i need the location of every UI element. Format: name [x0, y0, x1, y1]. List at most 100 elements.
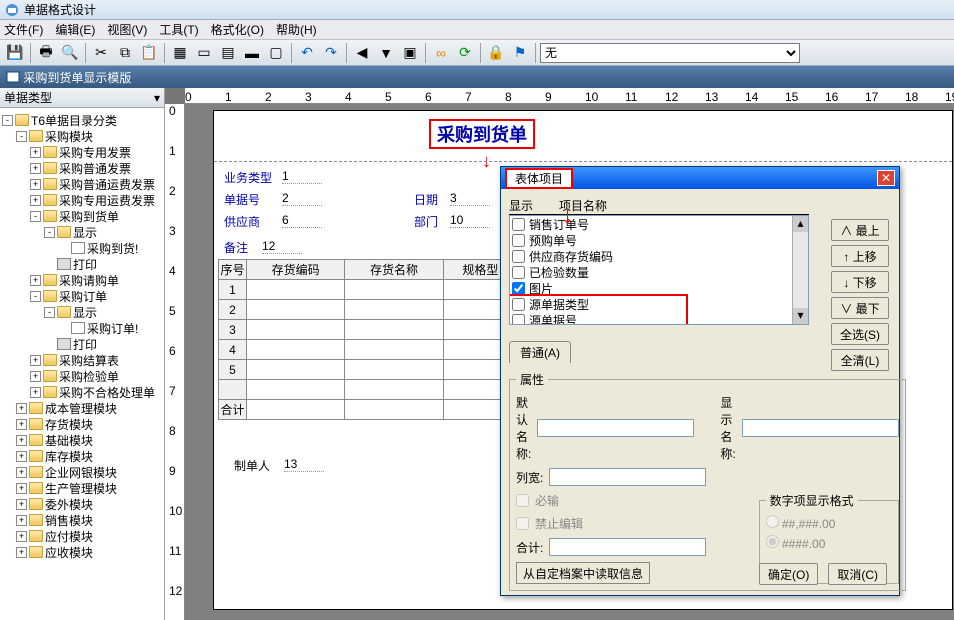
tree-node[interactable]: 采购订单!: [2, 320, 162, 336]
input-display-name[interactable]: [742, 419, 899, 437]
item-checkbox[interactable]: [512, 218, 525, 231]
btn-ok[interactable]: 确定(O): [759, 563, 818, 585]
grid-cell[interactable]: [247, 380, 345, 400]
tb-save-icon[interactable]: 💾: [4, 42, 26, 64]
tree-toggle-icon[interactable]: +: [30, 179, 41, 190]
tree-toggle-icon[interactable]: -: [44, 307, 55, 318]
tb-field-icon[interactable]: ▤: [217, 42, 239, 64]
tree-node[interactable]: +采购结算表: [2, 352, 162, 368]
tb-redo-icon[interactable]: ↷: [320, 42, 342, 64]
tree-node[interactable]: +采购请购单: [2, 272, 162, 288]
close-icon[interactable]: ✕: [877, 170, 895, 186]
grid-cell[interactable]: [345, 280, 443, 300]
field-date[interactable]: 3: [450, 191, 490, 206]
tree-node[interactable]: -T6单据目录分类: [2, 112, 162, 128]
tree-toggle-icon[interactable]: +: [30, 163, 41, 174]
tree-toggle-icon[interactable]: -: [44, 227, 55, 238]
tb-text-icon[interactable]: ▢: [265, 42, 287, 64]
tb-paste-icon[interactable]: 📋: [138, 42, 160, 64]
grid-cell[interactable]: [345, 320, 443, 340]
list-item[interactable]: 销售订单号: [510, 216, 808, 232]
tree-node[interactable]: +应付模块: [2, 528, 162, 544]
input-colwidth[interactable]: [549, 468, 706, 486]
btn-bottom[interactable]: ∨ 最下: [831, 297, 889, 319]
list-item[interactable]: 已检验数量: [510, 264, 808, 280]
menu-file[interactable]: 文件(F): [4, 21, 43, 38]
tree-node[interactable]: -采购模块: [2, 128, 162, 144]
tree-toggle-icon[interactable]: +: [30, 355, 41, 366]
item-checkbox[interactable]: [512, 282, 525, 295]
field-memo[interactable]: 12: [262, 239, 302, 254]
tb-link-icon[interactable]: ∞: [430, 42, 452, 64]
tree-node[interactable]: +采购普通发票: [2, 160, 162, 176]
tree-node[interactable]: +存货模块: [2, 416, 162, 432]
tree-node[interactable]: +采购检验单: [2, 368, 162, 384]
grid-cell[interactable]: [247, 340, 345, 360]
menu-format[interactable]: 格式化(O): [211, 21, 264, 38]
grid-cell[interactable]: [247, 280, 345, 300]
item-checkbox[interactable]: [512, 250, 525, 263]
btn-down[interactable]: ↓ 下移: [831, 271, 889, 293]
tb-undo-icon[interactable]: ↶: [296, 42, 318, 64]
btn-cancel[interactable]: 取消(C): [828, 563, 887, 585]
tree-view[interactable]: -T6单据目录分类-采购模块+采购专用发票+采购普通发票+采购普通运费发票+采购…: [0, 108, 164, 620]
tree-node[interactable]: +销售模块: [2, 512, 162, 528]
tree-node[interactable]: -显示: [2, 304, 162, 320]
tree-toggle-icon[interactable]: +: [16, 515, 27, 526]
tb-copy-icon[interactable]: ⧉: [114, 42, 136, 64]
menu-help[interactable]: 帮助(H): [276, 21, 317, 38]
grid-cell[interactable]: [247, 320, 345, 340]
list-item[interactable]: 供应商存货编码: [510, 248, 808, 264]
grid-cell[interactable]: [345, 360, 443, 380]
grid-cell[interactable]: [345, 340, 443, 360]
menu-tool[interactable]: 工具(T): [159, 21, 198, 38]
scroll-up-icon[interactable]: ▴: [793, 216, 808, 232]
list-item[interactable]: 预购单号: [510, 232, 808, 248]
dialog-titlebar[interactable]: 表体项目 ✕: [501, 167, 899, 189]
menu-view[interactable]: 视图(V): [107, 21, 147, 38]
item-checkbox[interactable]: [512, 266, 525, 279]
tree-toggle-icon[interactable]: -: [30, 211, 41, 222]
body-grid[interactable]: 序号存货编码存货名称规格型12345合计: [218, 259, 518, 420]
tb-lock-icon[interactable]: 🔒: [485, 42, 507, 64]
tree-node[interactable]: +采购普通运费发票: [2, 176, 162, 192]
items-listbox[interactable]: ▴ ▾ 销售订单号预购单号供应商存货编码已检验数量图片源单据类型源单据号: [509, 215, 809, 325]
tree-toggle-icon[interactable]: +: [16, 531, 27, 542]
tree-node[interactable]: +基础模块: [2, 432, 162, 448]
tree-toggle-icon[interactable]: +: [16, 419, 27, 430]
tree-node[interactable]: 打印: [2, 336, 162, 352]
tree-toggle-icon[interactable]: +: [16, 451, 27, 462]
toolbar-select[interactable]: 无: [540, 43, 800, 63]
field-doc[interactable]: 2: [282, 191, 322, 206]
field-dept[interactable]: 10: [450, 213, 490, 228]
tb-flag-icon[interactable]: ⚑: [509, 42, 531, 64]
tree-toggle-icon[interactable]: +: [16, 483, 27, 494]
field-maker[interactable]: 13: [284, 457, 324, 472]
tb-label-icon[interactable]: ▬: [241, 42, 263, 64]
scrollbar[interactable]: ▴ ▾: [792, 216, 808, 324]
tb-down-icon[interactable]: ▼: [375, 42, 397, 64]
tree-node[interactable]: 采购到货!: [2, 240, 162, 256]
tb-prop-icon[interactable]: ▭: [193, 42, 215, 64]
tree-toggle-icon[interactable]: +: [16, 435, 27, 446]
tb-cut-icon[interactable]: ✂: [90, 42, 112, 64]
tb-grid-icon[interactable]: ▦: [169, 42, 191, 64]
input-default-name[interactable]: [537, 419, 694, 437]
tree-node[interactable]: +成本管理模块: [2, 400, 162, 416]
tree-node[interactable]: +应收模块: [2, 544, 162, 560]
tree-toggle-icon[interactable]: -: [16, 131, 27, 142]
grid-cell[interactable]: [247, 300, 345, 320]
tree-toggle-icon[interactable]: +: [30, 387, 41, 398]
tree-toggle-icon[interactable]: +: [30, 371, 41, 382]
tree-node[interactable]: +委外模块: [2, 496, 162, 512]
tb-refresh-icon[interactable]: ⟳: [454, 42, 476, 64]
tree-toggle-icon[interactable]: +: [16, 499, 27, 510]
item-checkbox[interactable]: [512, 234, 525, 247]
btn-from-custom[interactable]: 从自定档案中读取信息: [516, 562, 650, 584]
tree-toggle-icon[interactable]: +: [30, 275, 41, 286]
tree-node[interactable]: +采购专用发票: [2, 144, 162, 160]
tb-preview-icon[interactable]: 🔍: [59, 42, 81, 64]
tree-node[interactable]: -采购到货单: [2, 208, 162, 224]
tb-left-icon[interactable]: ◀: [351, 42, 373, 64]
tree-toggle-icon[interactable]: -: [2, 115, 13, 126]
